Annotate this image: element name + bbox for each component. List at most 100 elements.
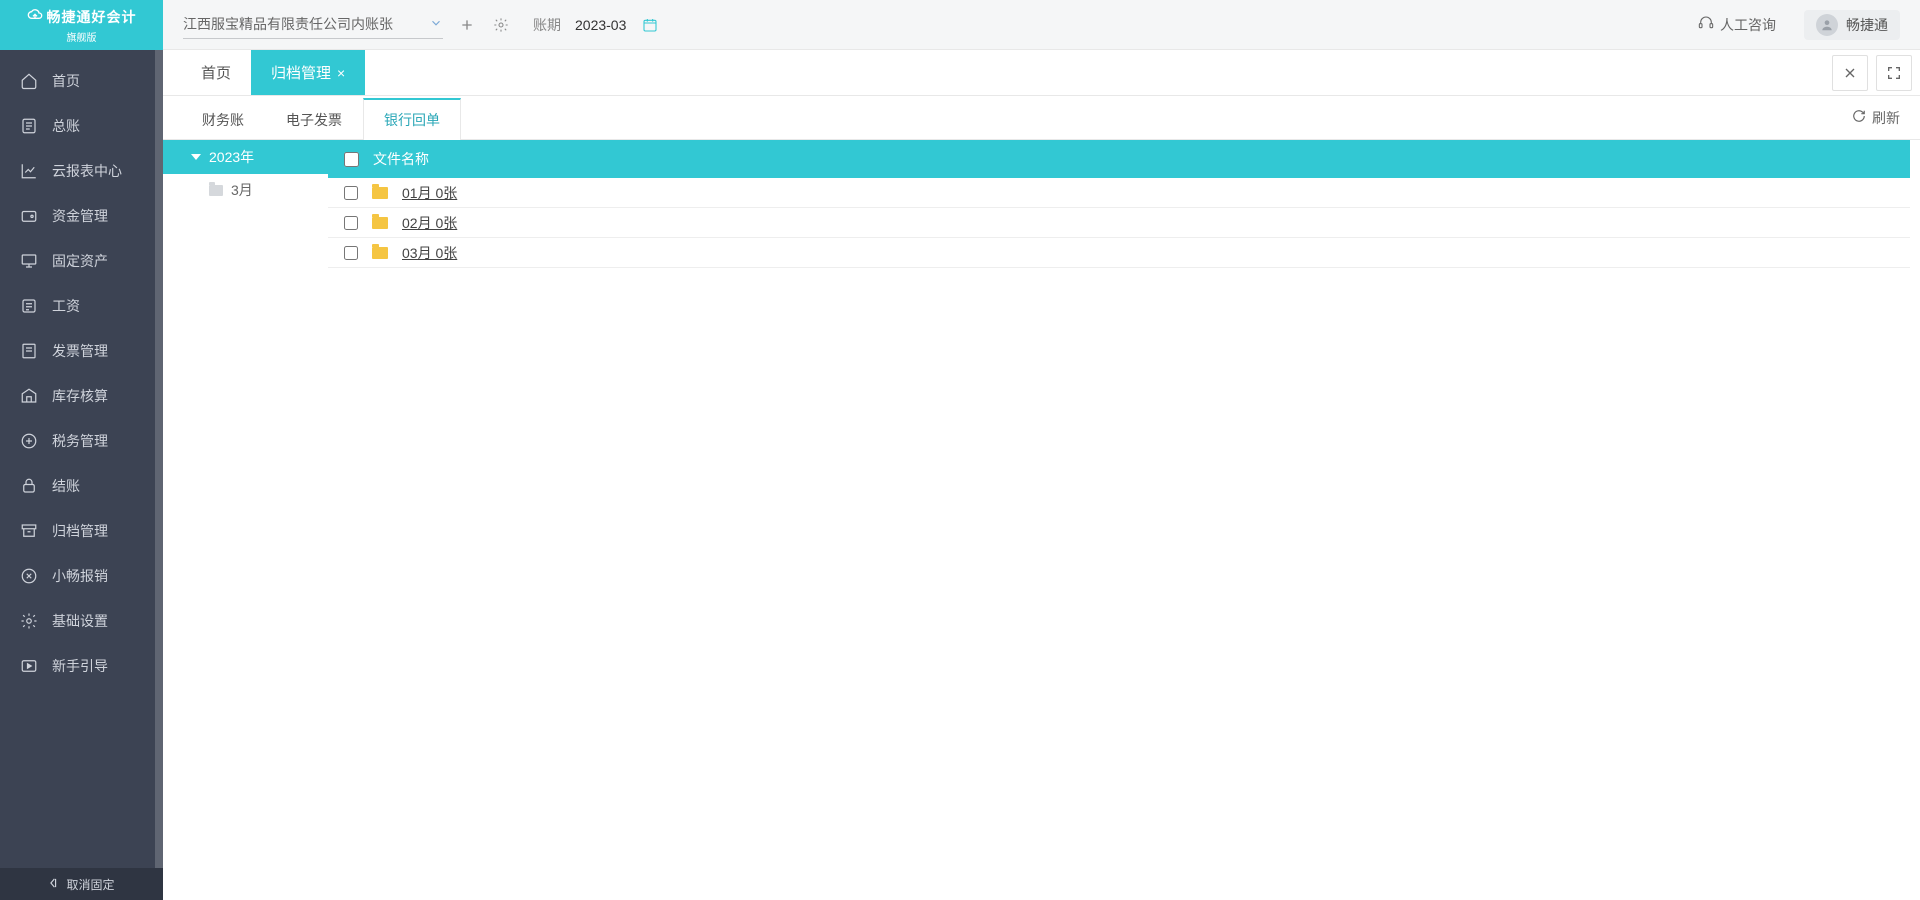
company-select[interactable]: 江西服宝精品有限责任公司内账张 bbox=[183, 10, 443, 39]
subtabs: 财务账 电子发票 银行回单 刷新 bbox=[163, 96, 1920, 140]
help-link[interactable]: 人工咨询 bbox=[1698, 15, 1776, 35]
list-header: 文件名称 bbox=[328, 140, 1910, 178]
row-checkbox[interactable] bbox=[344, 246, 358, 260]
tab-label: 首页 bbox=[201, 62, 231, 83]
nav-label: 工资 bbox=[52, 296, 80, 316]
nav: 首页 总账 云报表中心 资金管理 固定资产 工资 发票管理 库存核算 税务管理 … bbox=[0, 50, 163, 868]
nav-label: 发票管理 bbox=[52, 341, 108, 361]
nav-label: 资金管理 bbox=[52, 206, 108, 226]
nav-archive[interactable]: 归档管理 bbox=[0, 508, 163, 553]
invoice-icon bbox=[20, 342, 38, 360]
select-all-checkbox[interactable] bbox=[344, 152, 359, 167]
company-name: 江西服宝精品有限责任公司内账张 bbox=[183, 14, 393, 34]
chart-icon bbox=[20, 162, 38, 180]
nav-assets[interactable]: 固定资产 bbox=[0, 238, 163, 283]
nav-label: 税务管理 bbox=[52, 431, 108, 451]
row-label[interactable]: 03月 0张 bbox=[402, 243, 457, 263]
chevron-down-icon bbox=[429, 16, 443, 33]
tab-archive[interactable]: 归档管理 × bbox=[251, 50, 365, 95]
sidebar: 畅捷通好会计 旗舰版 首页 总账 云报表中心 资金管理 固定资产 工资 发票管理… bbox=[0, 0, 163, 900]
sidebar-unpin[interactable]: 取消固定 bbox=[0, 868, 163, 900]
tree: 2023年 3月 bbox=[163, 140, 328, 900]
add-button[interactable] bbox=[457, 15, 477, 35]
nav-invoice[interactable]: 发票管理 bbox=[0, 328, 163, 373]
nav-ledger[interactable]: 总账 bbox=[0, 103, 163, 148]
row-checkbox[interactable] bbox=[344, 186, 358, 200]
nav-label: 基础设置 bbox=[52, 611, 108, 631]
help-label: 人工咨询 bbox=[1720, 15, 1776, 35]
list-row: 02月 0张 bbox=[328, 208, 1910, 238]
salary-icon bbox=[20, 297, 38, 315]
tree-month[interactable]: 3月 bbox=[163, 174, 328, 206]
lock-icon bbox=[20, 477, 38, 495]
inventory-icon bbox=[20, 387, 38, 405]
nav-salary[interactable]: 工资 bbox=[0, 283, 163, 328]
subtab-einvoice[interactable]: 电子发票 bbox=[265, 99, 363, 140]
calendar-button[interactable] bbox=[640, 15, 660, 35]
main: 江西服宝精品有限责任公司内账张 账期 2023-03 人工咨询 畅捷通 首页 归… bbox=[163, 0, 1920, 900]
tree-month-label: 3月 bbox=[231, 180, 253, 200]
subtab-label: 电子发票 bbox=[286, 112, 342, 128]
refresh-label: 刷新 bbox=[1872, 108, 1900, 128]
sidebar-scrollbar[interactable] bbox=[155, 50, 163, 868]
archive-icon bbox=[20, 522, 38, 540]
tab-home[interactable]: 首页 bbox=[181, 50, 251, 95]
tree-year[interactable]: 2023年 bbox=[163, 140, 328, 174]
list-row: 01月 0张 bbox=[328, 178, 1910, 208]
nav-settings[interactable]: 基础设置 bbox=[0, 598, 163, 643]
subtab-bank[interactable]: 银行回单 bbox=[363, 98, 461, 140]
fullscreen-button[interactable] bbox=[1876, 55, 1912, 91]
topbar: 江西服宝精品有限责任公司内账张 账期 2023-03 人工咨询 畅捷通 bbox=[163, 0, 1920, 50]
gear-icon bbox=[20, 612, 38, 630]
period-label: 账期 bbox=[533, 15, 561, 35]
user-name: 畅捷通 bbox=[1846, 15, 1888, 35]
row-label[interactable]: 01月 0张 bbox=[402, 183, 457, 203]
row-label[interactable]: 02月 0张 bbox=[402, 213, 457, 233]
wallet-icon bbox=[20, 207, 38, 225]
unpin-icon bbox=[48, 876, 62, 893]
brand-title: 畅捷通好会计 bbox=[47, 7, 137, 27]
period-value[interactable]: 2023-03 bbox=[575, 17, 626, 33]
tree-year-label: 2023年 bbox=[209, 147, 254, 167]
tab-label: 归档管理 bbox=[271, 62, 331, 83]
nav-label: 固定资产 bbox=[52, 251, 108, 271]
nav-home[interactable]: 首页 bbox=[0, 58, 163, 103]
nav-tax[interactable]: 税务管理 bbox=[0, 418, 163, 463]
brand-sub: 旗舰版 bbox=[67, 29, 97, 44]
nav-expense[interactable]: 小畅报销 bbox=[0, 553, 163, 598]
nav-closing[interactable]: 结账 bbox=[0, 463, 163, 508]
list-row: 03月 0张 bbox=[328, 238, 1910, 268]
list-header-label: 文件名称 bbox=[373, 149, 429, 169]
row-checkbox[interactable] bbox=[344, 216, 358, 230]
nav-label: 首页 bbox=[52, 71, 80, 91]
brand-logo-icon bbox=[27, 7, 43, 26]
home-icon bbox=[20, 72, 38, 90]
nav-reports[interactable]: 云报表中心 bbox=[0, 148, 163, 193]
expense-icon bbox=[20, 567, 38, 585]
folder-icon bbox=[372, 247, 388, 259]
folder-icon bbox=[372, 217, 388, 229]
nav-funds[interactable]: 资金管理 bbox=[0, 193, 163, 238]
close-all-button[interactable] bbox=[1832, 55, 1868, 91]
refresh-button[interactable]: 刷新 bbox=[1852, 108, 1900, 128]
nav-label: 归档管理 bbox=[52, 521, 108, 541]
settings-button[interactable] bbox=[491, 15, 511, 35]
tabs-row: 首页 归档管理 × bbox=[163, 50, 1920, 96]
user-chip[interactable]: 畅捷通 bbox=[1804, 10, 1900, 40]
nav-inventory[interactable]: 库存核算 bbox=[0, 373, 163, 418]
nav-guide[interactable]: 新手引导 bbox=[0, 643, 163, 688]
close-icon[interactable]: × bbox=[337, 65, 345, 81]
nav-label: 结账 bbox=[52, 476, 80, 496]
folder-icon bbox=[372, 187, 388, 199]
content: 财务账 电子发票 银行回单 刷新 2023年 3月 bbox=[163, 96, 1920, 900]
file-list: 文件名称 01月 0张 02月 0张 0 bbox=[328, 140, 1920, 900]
avatar-icon bbox=[1816, 14, 1838, 36]
ledger-icon bbox=[20, 117, 38, 135]
sidebar-footer-label: 取消固定 bbox=[66, 876, 114, 893]
subtab-label: 银行回单 bbox=[384, 112, 440, 128]
collapse-icon bbox=[191, 154, 201, 160]
folder-icon bbox=[209, 185, 223, 196]
subtab-finance[interactable]: 财务账 bbox=[181, 99, 265, 140]
subtab-label: 财务账 bbox=[202, 112, 244, 128]
nav-label: 库存核算 bbox=[52, 386, 108, 406]
